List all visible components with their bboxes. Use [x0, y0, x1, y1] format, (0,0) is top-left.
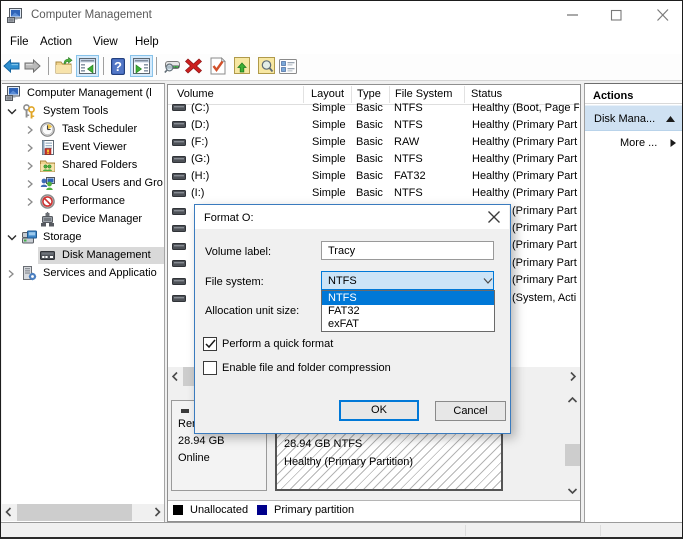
svg-text:?: ? — [114, 59, 122, 74]
